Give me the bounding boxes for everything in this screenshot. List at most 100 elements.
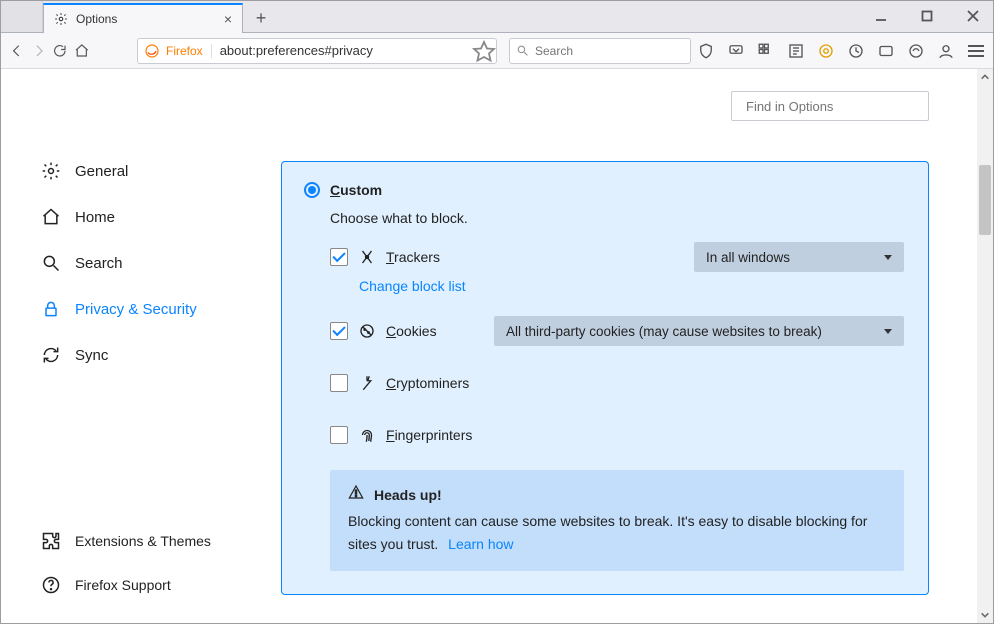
tab-close-icon[interactable]: × — [224, 11, 232, 27]
toolbar-icon-account[interactable] — [937, 42, 955, 60]
cryptominers-icon — [358, 374, 376, 392]
browser-window: Options × + Firefox about:preferences#pr… — [0, 0, 994, 624]
tab-strip-spacer — [1, 1, 43, 32]
radio-custom-label: Custom — [330, 182, 382, 198]
fingerprint-icon — [358, 426, 376, 444]
search-icon — [516, 44, 529, 57]
dropdown-cookies[interactable]: All third-party cookies (may cause websi… — [494, 316, 904, 346]
scroll-up-button[interactable] — [977, 69, 993, 85]
window-minimize-button[interactable] — [867, 5, 895, 27]
window-maximize-button[interactable] — [913, 5, 941, 27]
lock-icon — [41, 299, 61, 319]
sidebar-item-label: Sync — [75, 347, 108, 364]
gear-icon — [41, 161, 61, 181]
option-trackers-row: Trackers In all windows — [330, 240, 904, 274]
sidebar-item-general[interactable]: General — [41, 161, 241, 181]
home-icon — [41, 207, 61, 227]
bookmark-star-icon[interactable] — [472, 39, 496, 63]
firefox-icon — [144, 43, 160, 59]
toolbar-icon-reader[interactable] — [787, 42, 805, 60]
option-crypto-label: Cryptominers — [386, 375, 469, 391]
trackers-icon — [358, 248, 376, 266]
heads-up-title: Heads up! — [374, 484, 442, 506]
checkbox-trackers[interactable] — [330, 248, 348, 266]
content-area: General Home Search Privacy & Security — [1, 69, 993, 623]
dropdown-value: In all windows — [706, 250, 790, 265]
option-crypto-row: Cryptominers — [330, 366, 904, 400]
heads-up-body: Blocking content can cause some websites… — [348, 510, 886, 555]
option-cookies-label: Cookies — [386, 323, 437, 339]
toolbar-icon-shield[interactable] — [697, 42, 715, 60]
option-finger-row: Fingerprinters — [330, 418, 904, 452]
nav-forward-button[interactable] — [31, 40, 47, 62]
sidebar-item-home[interactable]: Home — [41, 207, 241, 227]
toolbar-icon-ext3[interactable] — [877, 42, 895, 60]
sidebar-item-search[interactable]: Search — [41, 253, 241, 273]
nav-home-button[interactable] — [74, 40, 90, 62]
help-icon — [41, 575, 61, 595]
toolbar-extensions — [697, 42, 985, 60]
sidebar-item-privacy[interactable]: Privacy & Security — [41, 299, 241, 319]
toolbar-icon-ext2[interactable] — [847, 42, 865, 60]
nav-back-button[interactable] — [9, 40, 25, 62]
scroll-thumb[interactable] — [979, 165, 991, 235]
checkbox-cryptominers[interactable] — [330, 374, 348, 392]
sidebar-item-label: Privacy & Security — [75, 301, 197, 318]
link-change-block-list[interactable]: Change block list — [359, 278, 466, 294]
vertical-scrollbar[interactable] — [977, 69, 993, 623]
url-text: about:preferences#privacy — [212, 43, 472, 58]
tab-options[interactable]: Options × — [43, 3, 243, 33]
preferences-page: General Home Search Privacy & Security — [1, 69, 977, 623]
heads-up-banner: Heads up! Blocking content can cause som… — [330, 470, 904, 571]
sync-icon — [41, 345, 61, 365]
toolbar-icon-apps[interactable] — [757, 42, 775, 60]
dropdown-trackers[interactable]: In all windows — [694, 242, 904, 272]
option-trackers-label: Trackers — [386, 249, 440, 265]
search-bar[interactable] — [509, 38, 691, 64]
window-close-button[interactable] — [959, 5, 987, 27]
puzzle-icon — [41, 531, 61, 551]
option-finger-label: Fingerprinters — [386, 427, 472, 443]
toolbar-icon-ext4[interactable] — [907, 42, 925, 60]
scroll-down-button[interactable] — [977, 607, 993, 623]
cookies-icon — [358, 322, 376, 340]
gear-icon — [54, 12, 68, 26]
option-cookies-row: Cookies All third-party cookies (may cau… — [330, 314, 904, 348]
navigation-toolbar: Firefox about:preferences#privacy — [1, 33, 993, 69]
sidebar-item-label: Search — [75, 255, 123, 272]
find-in-options[interactable] — [731, 91, 929, 121]
sidebar-item-label: Extensions & Themes — [75, 533, 211, 549]
sidebar-item-support[interactable]: Firefox Support — [41, 575, 241, 595]
radio-custom[interactable] — [304, 182, 320, 198]
custom-blocking-panel: Custom Choose what to block. Trackers In… — [281, 161, 929, 595]
nav-reload-button[interactable] — [52, 40, 68, 62]
dropdown-value: All third-party cookies (may cause websi… — [506, 324, 822, 339]
checkbox-cookies[interactable] — [330, 322, 348, 340]
caret-down-icon — [884, 255, 892, 260]
sidebar-item-label: Firefox Support — [75, 577, 171, 593]
sidebar-item-sync[interactable]: Sync — [41, 345, 241, 365]
app-menu-button[interactable] — [967, 42, 985, 60]
hamburger-icon — [968, 45, 984, 57]
toolbar-icon-pocket[interactable] — [727, 42, 745, 60]
tab-title: Options — [76, 12, 117, 26]
find-in-options-input[interactable] — [746, 99, 922, 114]
search-icon — [41, 253, 61, 273]
sidebar-item-extensions[interactable]: Extensions & Themes — [41, 531, 241, 551]
search-input[interactable] — [535, 44, 690, 58]
checkbox-fingerprinters[interactable] — [330, 426, 348, 444]
url-identity-label: Firefox — [166, 44, 212, 58]
link-learn-how[interactable]: Learn how — [448, 536, 513, 552]
sidebar-item-label: General — [75, 163, 128, 180]
tab-strip: Options × + — [1, 1, 993, 33]
scroll-track[interactable] — [977, 85, 993, 607]
panel-subtext: Choose what to block. — [330, 210, 904, 226]
sidebar-item-label: Home — [75, 209, 115, 226]
caret-down-icon — [884, 329, 892, 334]
window-controls — [867, 5, 987, 27]
warning-icon — [348, 484, 364, 506]
toolbar-icon-ext1[interactable] — [817, 42, 835, 60]
new-tab-button[interactable]: + — [247, 4, 275, 32]
url-bar[interactable]: Firefox about:preferences#privacy — [137, 38, 497, 64]
preferences-sidebar: General Home Search Privacy & Security — [41, 161, 241, 595]
